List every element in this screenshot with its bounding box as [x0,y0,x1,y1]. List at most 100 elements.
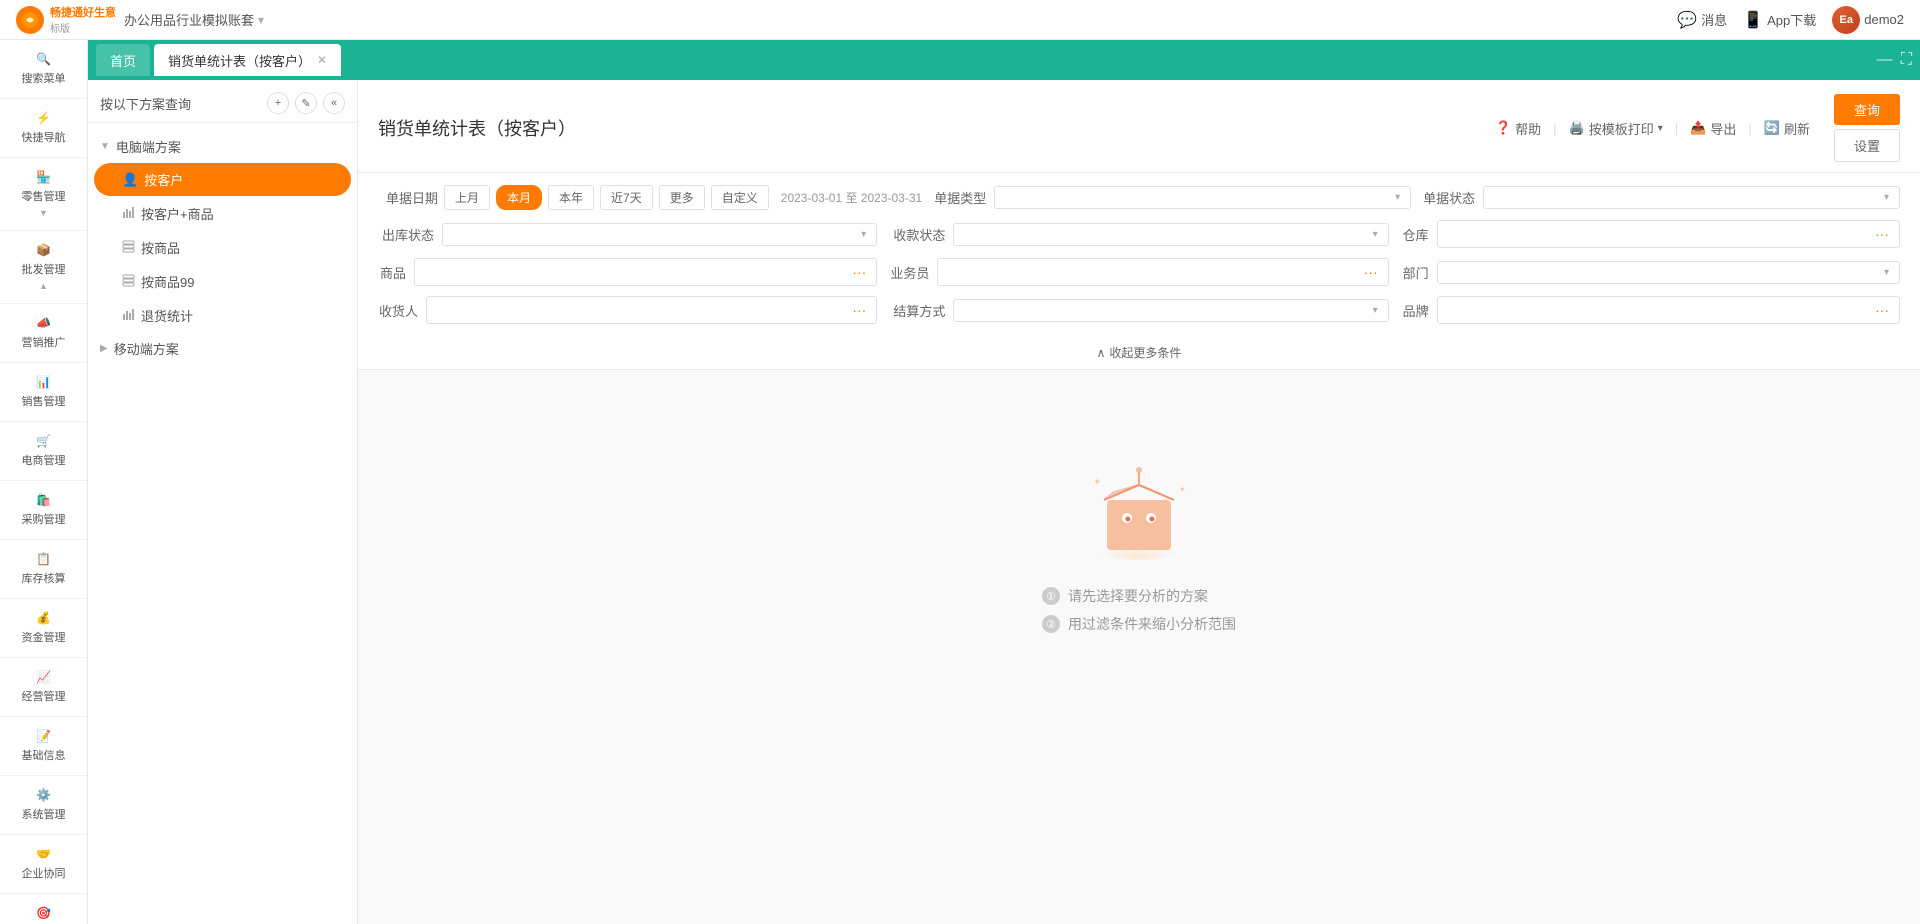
date-filter-buttons: 上月 本月 本年 近7天 更多 自定义 2023-03-01 至 2023-03… [444,185,922,210]
sidebar-item-system[interactable]: ⚙️ 系统管理 [0,776,87,835]
brand-filter: 品牌 ··· [1401,296,1900,324]
empty-tips: ① 请先选择要分析的方案 ② 用过滤条件来缩小分析范围 [1042,586,1236,634]
doc-status-arrow: ▾ [1884,192,1889,203]
settlement-arrow: ▾ [1373,305,1378,316]
ecommerce-icon: 🛒 [36,434,51,448]
sidebar-item-inventory[interactable]: 📋 库存核算 [0,540,87,599]
customer-icon: 👤 [122,172,138,188]
this-month-btn[interactable]: 本月 [496,185,542,210]
tab-bar: 首页 销货单统计表（按客户） ✕ — ⛶ [88,40,1920,80]
collab-icon: 🤝 [36,847,51,861]
prev-month-btn[interactable]: 上月 [444,185,490,210]
dept-select[interactable]: ▾ [1437,261,1900,284]
dept-arrow: ▾ [1884,267,1889,278]
payment-filter: 收款状态 ▾ [889,220,1388,248]
this-year-btn[interactable]: 本年 [548,185,594,210]
empty-tip-1: ① 请先选择要分析的方案 [1042,586,1236,606]
settlement-filter: 结算方式 ▾ [889,296,1388,324]
edit-scheme-btn[interactable]: ✎ [295,92,317,114]
bar-chart-icon [122,308,135,324]
filter-row-4: 收货人 ··· 结算方式 ▾ [358,286,1920,336]
tree-item-by-customer[interactable]: 👤 按客户 [94,163,351,196]
sidebar-item-finance[interactable]: 💰 资金管理 [0,599,87,658]
query-button[interactable]: 查询 [1834,94,1900,125]
sidebar-item-marketing[interactable]: 📣 营销推广 [0,304,87,363]
desktop-group: ▼ 电脑端方案 👤 按客户 按客户+商品 [88,131,357,332]
warehouse-input[interactable]: ··· [1437,220,1900,248]
table2-icon [122,274,135,290]
product-dots[interactable]: ··· [852,264,866,280]
tree-item-product-99[interactable]: 按商品99 [94,265,351,298]
delivery-filter: 出库状态 ▾ [378,220,877,248]
tree-item-customer-product[interactable]: 按客户+商品 [94,197,351,230]
tab-home[interactable]: 首页 [96,44,150,76]
sidebar-item-quick-nav[interactable]: ⚡ 快捷导航 [0,99,87,158]
warehouse-filter: 仓库 ··· [1401,220,1900,248]
sidebar-item-corp-collab[interactable]: 🤝 企业协同 [0,835,87,894]
quick-nav-icon: ⚡ [36,111,51,125]
sidebar-item-ecommerce[interactable]: 🛒 电商管理 [0,422,87,481]
tab-actions: — ⛶ [1877,51,1912,69]
app-download-btn[interactable]: 📱 App下载 [1743,10,1816,30]
mobile-group-header[interactable]: ▶ 移动端方案 [88,333,357,364]
salesperson-input[interactable]: ··· [937,258,1388,286]
refresh-btn[interactable]: 🔄 刷新 [1764,119,1810,138]
sidebar-item-sales-mgmt[interactable]: 📊 销售管理 [0,363,87,422]
guide-icon: 🎯 [36,906,51,920]
scheme-tree: ▼ 电脑端方案 👤 按客户 按客户+商品 [88,123,357,372]
salesperson-filter: 业务员 ··· [889,258,1388,286]
print-btn[interactable]: 🖨️ 按模板打印 ▾ [1569,119,1663,138]
recipient-input[interactable]: ··· [426,296,877,324]
user-menu[interactable]: Ea demo2 [1832,6,1904,34]
tree-item-by-product[interactable]: 按商品 [94,231,351,264]
sidebar-item-purchase[interactable]: 🛍️ 采购管理 [0,481,87,540]
export-btn[interactable]: 📤 导出 [1690,119,1736,138]
warehouse-dots[interactable]: ··· [1875,226,1889,242]
more-date-btn[interactable]: 更多 [659,185,705,210]
collapse-btn[interactable]: ∧ 收起更多条件 [1089,336,1190,369]
left-panel: 按以下方案查询 + ✎ « ▼ 电脑端方案 👤 [88,80,358,924]
settlement-select[interactable]: ▾ [953,299,1388,322]
help-btn[interactable]: ❓ 帮助 [1495,119,1541,138]
brand-input[interactable]: ··· [1437,296,1900,324]
logo-area: 畅捷通好生意 标版 [16,4,116,35]
delivery-select[interactable]: ▾ [442,223,877,246]
svg-text:✦: ✦ [1093,477,1101,488]
filter-row-1: 单据日期 上月 本月 本年 近7天 更多 自定义 2023-03-01 至 20… [358,173,1920,210]
page-title: 销货单统计表（按客户） [378,115,576,141]
add-scheme-btn[interactable]: + [267,92,289,114]
phone-icon: 📱 [1743,10,1763,30]
payment-select[interactable]: ▾ [953,223,1388,246]
doc-status-select[interactable]: ▾ [1483,186,1900,209]
sidebar-item-ops[interactable]: 📈 经营管理 [0,658,87,717]
sidebar-item-new-guide[interactable]: 🎯 新手引导 [0,894,87,924]
salesperson-dots[interactable]: ··· [1364,264,1378,280]
purchase-icon: 🛍️ [36,493,51,507]
mobile-group: ▶ 移动端方案 [88,333,357,364]
message-btn[interactable]: 💬 消息 [1677,10,1727,30]
collapse-panel-btn[interactable]: « [323,92,345,114]
maximize-btn[interactable]: ⛶ [1901,51,1912,69]
sidebar-item-wholesale-mgmt[interactable]: 📦 批发管理 ▲ [0,231,87,304]
custom-date-btn[interactable]: 自定义 [711,185,769,210]
brand-dots[interactable]: ··· [1875,302,1889,318]
top-bar-right: 💬 消息 📱 App下载 Ea demo2 [1677,6,1904,34]
sidebar-item-retail-mgmt[interactable]: 🏪 零售管理 ▼ [0,158,87,231]
sidebar-item-basic-info[interactable]: 📝 基础信息 [0,717,87,776]
logo-text: 畅捷通好生意 标版 [50,4,116,35]
last-7-btn[interactable]: 近7天 [600,185,653,210]
tab-sales-stat[interactable]: 销货单统计表（按客户） ✕ [154,44,341,76]
product-input[interactable]: ··· [414,258,877,286]
payment-arrow: ▾ [1373,229,1378,240]
tab-close-btn[interactable]: ✕ [317,53,327,67]
filter-section: 单据日期 上月 本月 本年 近7天 更多 自定义 2023-03-01 至 20… [358,173,1920,370]
minimize-btn[interactable]: — [1877,51,1893,69]
date-range: 2023-03-01 至 2023-03-31 [781,189,922,206]
sidebar-item-search-menu[interactable]: 🔍 搜索菜单 [0,40,87,99]
recipient-dots[interactable]: ··· [852,302,866,318]
tree-item-return-stats[interactable]: 退货统计 [94,299,351,332]
doc-type-select[interactable]: ▾ [994,186,1411,209]
settings-button[interactable]: 设置 [1834,129,1900,162]
table-icon [122,240,135,256]
desktop-group-header[interactable]: ▼ 电脑端方案 [88,131,357,162]
